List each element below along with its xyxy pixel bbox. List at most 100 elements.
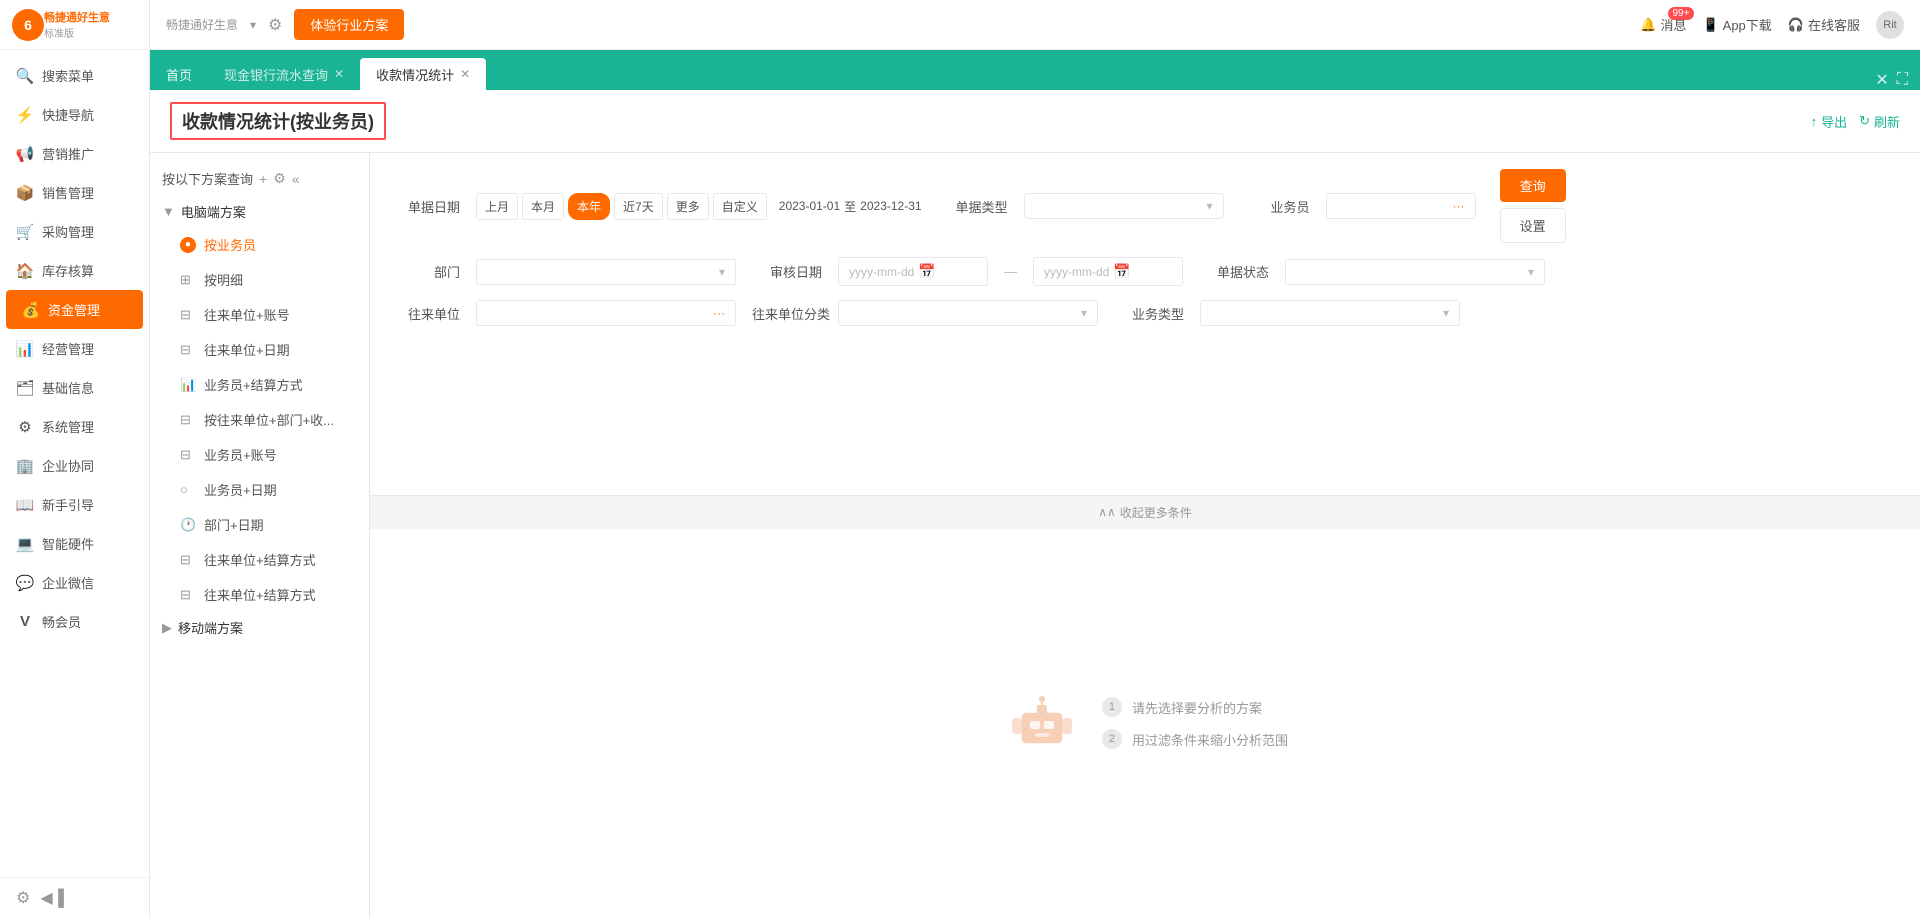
calendar-end-icon[interactable]: 📅 bbox=[1113, 263, 1130, 280]
sidebar-item-search[interactable]: 🔍 搜索菜单 bbox=[0, 56, 149, 95]
review-date-end-placeholder: yyyy-mm-dd bbox=[1044, 265, 1109, 279]
tab-bank[interactable]: 现金银行流水查询 ✕ bbox=[208, 58, 360, 90]
doc-status-select[interactable]: ▾ bbox=[1285, 259, 1545, 285]
date-dash: — bbox=[1004, 264, 1017, 279]
salesperson-more-icon[interactable]: ··· bbox=[1453, 199, 1465, 213]
sidebar-item-member[interactable]: V 畅会员 bbox=[0, 602, 149, 641]
purchase-icon: 🛒 bbox=[16, 223, 34, 241]
scheme-label-salesperson-account: 业务员+账号 bbox=[204, 445, 277, 464]
date-btn-custom[interactable]: 自定义 bbox=[713, 193, 767, 220]
refresh-button[interactable]: ↻ 刷新 bbox=[1859, 112, 1900, 131]
sidebar-item-enterprise[interactable]: 🏢 企业协同 bbox=[0, 446, 149, 485]
tab-collection-close-icon[interactable]: ✕ bbox=[460, 67, 470, 81]
date-btn-last-month[interactable]: 上月 bbox=[476, 193, 518, 220]
date-btn-this-month[interactable]: 本月 bbox=[522, 193, 564, 220]
scheme-item-dept-date[interactable]: 🕐 部门+日期 bbox=[150, 507, 369, 542]
action-buttons: 查询 设置 bbox=[1500, 169, 1566, 243]
scheme-item-unit-settle1[interactable]: ⊟ 往来单位+结算方式 bbox=[150, 542, 369, 577]
sidebar-item-operation[interactable]: 📊 经营管理 bbox=[0, 329, 149, 368]
date-btn-this-year[interactable]: 本年 bbox=[568, 193, 610, 220]
basic-icon: 🗂 bbox=[16, 379, 34, 397]
scheme-group-mobile-title[interactable]: ▶ 移动端方案 bbox=[150, 612, 369, 643]
scheme-item-unit-date[interactable]: ⊟ 往来单位+日期 bbox=[150, 332, 369, 367]
notification-button[interactable]: 🔔 消息 99+ bbox=[1640, 15, 1686, 34]
sidebar: 6 畅捷通好生意 标准版 🔍 搜索菜单 ⚡ 快捷导航 📢 营销推广 📦 销售管理… bbox=[0, 0, 150, 918]
left-panel-collapse-icon[interactable]: « bbox=[292, 171, 300, 187]
enterprise-icon: 🏢 bbox=[16, 457, 34, 475]
scheme-icon-salesperson-settle: 📊 bbox=[180, 377, 196, 393]
topbar-dropdown-icon[interactable]: ▾ bbox=[250, 18, 256, 32]
dept-select[interactable]: ▾ bbox=[476, 259, 736, 285]
tab-bank-close-icon[interactable]: ✕ bbox=[334, 67, 344, 81]
sidebar-item-basic[interactable]: 🗂 基础信息 bbox=[0, 368, 149, 407]
tab-minimize-icon[interactable]: ✕ bbox=[1875, 70, 1888, 90]
scheme-item-salesperson-settle[interactable]: 📊 业务员+结算方式 bbox=[150, 367, 369, 402]
sidebar-item-purchase[interactable]: 🛒 采购管理 bbox=[0, 212, 149, 251]
scheme-item-salesperson-date[interactable]: ○ 业务员+日期 bbox=[150, 472, 369, 507]
tabbar: 首页 现金银行流水查询 ✕ 收款情况统计 ✕ ✕ ⛶ bbox=[150, 50, 1920, 90]
partner-more-icon[interactable]: ··· bbox=[713, 306, 725, 320]
sidebar-bottom: ⚙ ◀▐ bbox=[0, 877, 149, 918]
step-2-text: 用过滤条件来缩小分析范围 bbox=[1132, 730, 1288, 749]
review-date-start[interactable]: yyyy-mm-dd 📅 bbox=[838, 257, 988, 286]
collapse-sidebar-icon[interactable]: ◀▐ bbox=[40, 888, 64, 908]
date-label: 单据日期 bbox=[390, 197, 460, 216]
doc-type-select[interactable]: ▾ bbox=[1024, 193, 1224, 219]
app-download-button[interactable]: 📱 App下载 bbox=[1702, 15, 1771, 34]
query-button[interactable]: 查询 bbox=[1500, 169, 1566, 202]
sidebar-item-inventory[interactable]: 🏠 库存核算 bbox=[0, 251, 149, 290]
export-button[interactable]: ↑ 导出 bbox=[1811, 112, 1848, 131]
trial-button[interactable]: 体验行业方案 bbox=[294, 9, 404, 40]
scheme-icon-salesperson-date: ○ bbox=[180, 482, 196, 498]
page-title: 收款情况统计(按业务员) bbox=[170, 102, 386, 140]
biz-type-select[interactable]: ▾ bbox=[1200, 300, 1460, 326]
quicknav-icon: ⚡ bbox=[16, 106, 34, 124]
doc-status-label: 单据状态 bbox=[1199, 262, 1269, 281]
tab-maximize-icon[interactable]: ⛶ bbox=[1897, 71, 1908, 89]
salesperson-select[interactable]: ··· bbox=[1326, 193, 1476, 219]
topbar-settings-icon[interactable]: ⚙ bbox=[268, 15, 282, 35]
sidebar-item-finance[interactable]: 💰 资金管理 bbox=[6, 290, 143, 329]
logo-badge: 标准版 bbox=[44, 25, 110, 40]
tab-home[interactable]: 首页 bbox=[150, 58, 208, 90]
scheme-item-by-detail[interactable]: ⊞ 按明细 bbox=[150, 262, 369, 297]
scheme-icon-dept-date: 🕐 bbox=[180, 517, 196, 533]
calendar-start-icon[interactable]: 📅 bbox=[918, 263, 935, 280]
scheme-item-unit-account[interactable]: ⊟ 往来单位+账号 bbox=[150, 297, 369, 332]
scheme-item-salesperson-account[interactable]: ⊟ 业务员+账号 bbox=[150, 437, 369, 472]
scheme-group-mobile: ▶ 移动端方案 bbox=[150, 612, 369, 643]
scheme-item-unit-settle2[interactable]: ⊟ 往来单位+结算方式 bbox=[150, 577, 369, 612]
page-header: 收款情况统计(按业务员) ↑ 导出 ↻ 刷新 bbox=[150, 90, 1920, 153]
left-panel-title: 按以下方案查询 bbox=[162, 169, 253, 188]
filter-area: 单据日期 上月 本月 本年 近7天 更多 自定义 2023-01-01 至 20 bbox=[370, 153, 1920, 495]
date-btn-more[interactable]: 更多 bbox=[667, 193, 709, 220]
user-avatar[interactable]: Rit bbox=[1876, 11, 1904, 39]
sales-icon: 📦 bbox=[16, 184, 34, 202]
main-area: 畅捷通好生意 ▾ ⚙ 体验行业方案 🔔 消息 99+ 📱 App下载 🎧 在线客… bbox=[150, 0, 1920, 918]
settings-button[interactable]: 设置 bbox=[1500, 208, 1566, 243]
settings-bottom-icon[interactable]: ⚙ bbox=[16, 888, 30, 908]
sidebar-item-guide[interactable]: 📖 新手引导 bbox=[0, 485, 149, 524]
sidebar-item-system[interactable]: ⚙ 系统管理 bbox=[0, 407, 149, 446]
topbar-right: 🔔 消息 99+ 📱 App下载 🎧 在线客服 Rit bbox=[1640, 11, 1904, 39]
sidebar-item-quicknav[interactable]: ⚡ 快捷导航 bbox=[0, 95, 149, 134]
scheme-item-by-salesperson[interactable]: ● 按业务员 bbox=[150, 227, 369, 262]
partner-select[interactable]: ··· bbox=[476, 300, 736, 326]
sidebar-item-wechat[interactable]: 💬 企业微信 bbox=[0, 563, 149, 602]
sidebar-item-hardware[interactable]: 💻 智能硬件 bbox=[0, 524, 149, 563]
sidebar-item-sales[interactable]: 📦 销售管理 bbox=[0, 173, 149, 212]
tab-collection[interactable]: 收款情况统计 ✕ bbox=[360, 58, 486, 90]
empty-content: 1 请先选择要分析的方案 2 用过滤条件来缩小分析范围 bbox=[1002, 683, 1288, 763]
sidebar-label-sales: 销售管理 bbox=[42, 183, 94, 202]
review-date-end[interactable]: yyyy-mm-dd 📅 bbox=[1033, 257, 1183, 286]
date-btn-7days[interactable]: 近7天 bbox=[614, 193, 663, 220]
scheme-group-desktop-title[interactable]: ▼ 电脑端方案 bbox=[150, 196, 369, 227]
sidebar-label-search: 搜索菜单 bbox=[42, 66, 94, 85]
partner-category-select[interactable]: ▾ bbox=[838, 300, 1098, 326]
scheme-item-unit-dept-collect[interactable]: ⊟ 按往来单位+部门+收... bbox=[150, 402, 369, 437]
scheme-settings-icon[interactable]: ⚙ bbox=[273, 170, 286, 187]
sidebar-item-marketing[interactable]: 📢 营销推广 bbox=[0, 134, 149, 173]
add-scheme-icon[interactable]: + bbox=[259, 171, 267, 187]
collapse-bar[interactable]: ∧∧ 收起更多条件 bbox=[370, 495, 1920, 529]
online-service-button[interactable]: 🎧 在线客服 bbox=[1788, 15, 1860, 34]
